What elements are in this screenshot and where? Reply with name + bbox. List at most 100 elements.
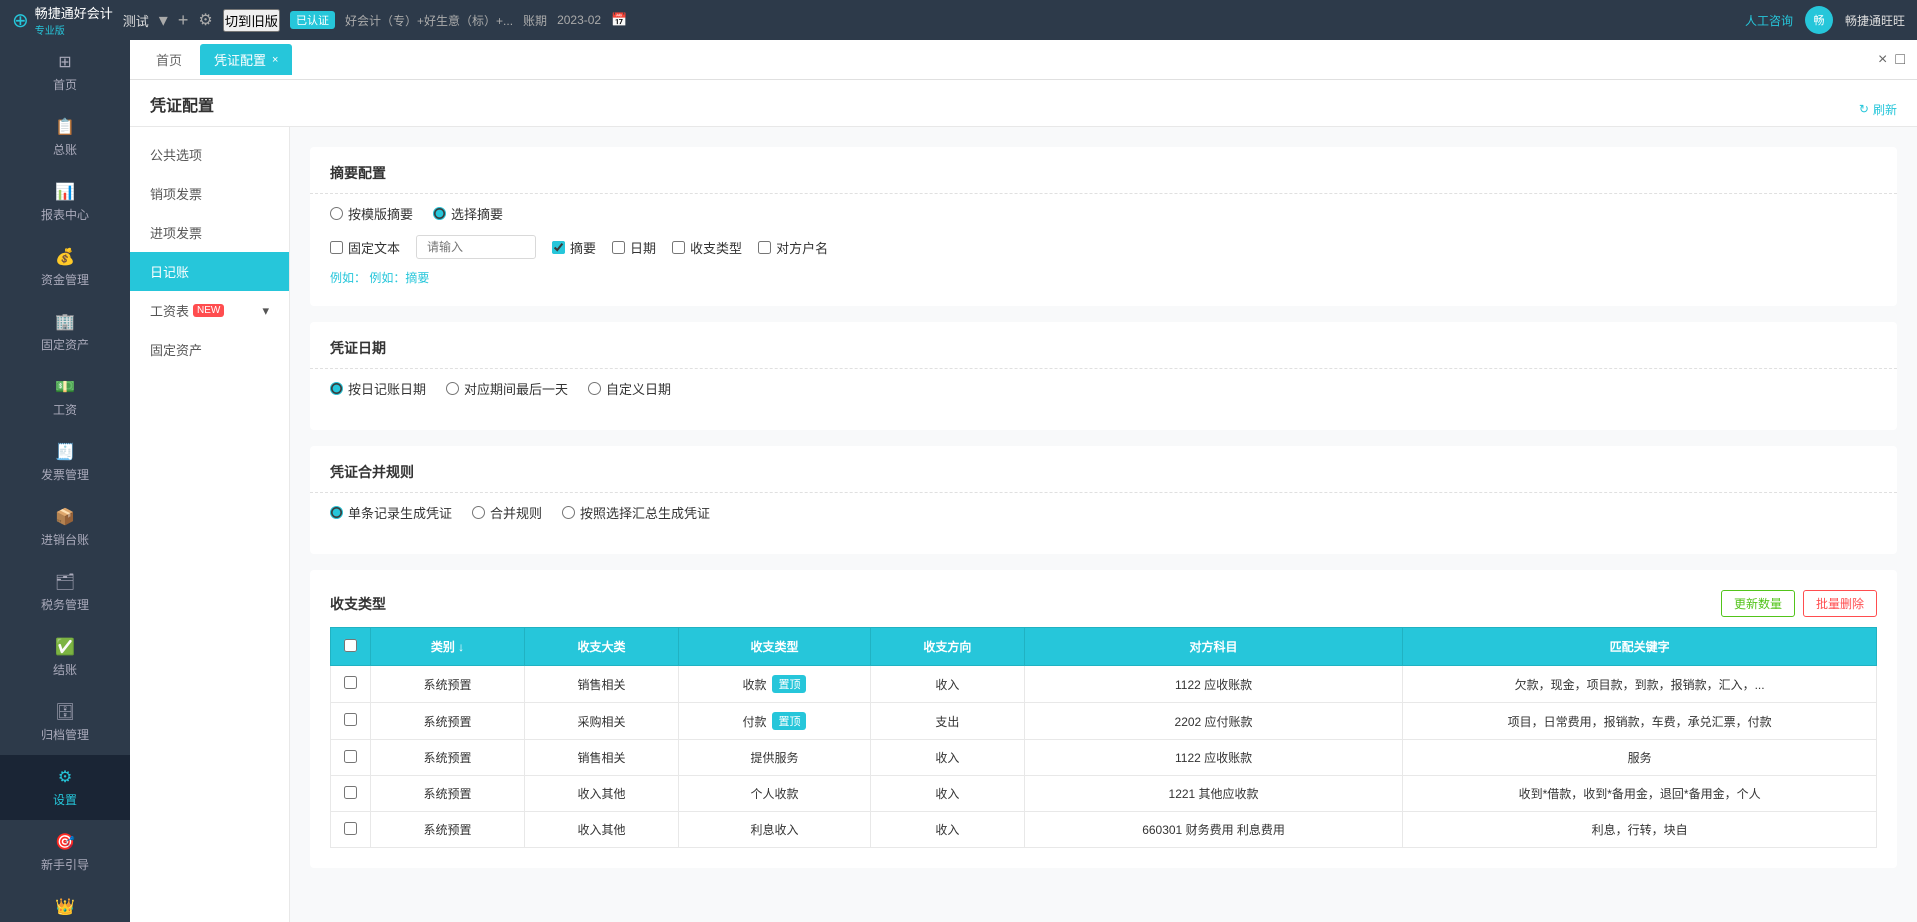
radio-period-input[interactable]: [446, 382, 459, 395]
table-select-all[interactable]: [344, 639, 357, 652]
page-title: 凭证配置: [150, 92, 214, 126]
settings-icon[interactable]: ⚙: [198, 10, 212, 30]
merge-section: 凭证合并规则 单条记录生成凭证 合并规则: [310, 446, 1897, 554]
tab-voucher-config[interactable]: 凭证配置 ×: [200, 44, 292, 75]
row-type: 利息收入: [679, 812, 871, 848]
date-radio-diary[interactable]: 按日记账日期: [330, 379, 426, 398]
sidebar-item-assets[interactable]: 🏢 固定资产: [0, 300, 130, 365]
fixed-text-input[interactable]: [416, 235, 536, 259]
left-nav-sales-invoice[interactable]: 销项发票: [130, 174, 289, 213]
left-nav-public[interactable]: 公共选项: [130, 135, 289, 174]
date-radio-period[interactable]: 对应期间最后一天: [446, 379, 568, 398]
table-header-checkbox[interactable]: [331, 628, 371, 666]
sidebar-item-home[interactable]: ⊞ 首页: [0, 40, 130, 105]
checkbox-date-input[interactable]: [612, 241, 625, 254]
radio-template-input[interactable]: [330, 207, 343, 220]
sidebar-item-funds[interactable]: 💰 资金管理: [0, 235, 130, 300]
checkbox-summary[interactable]: 摘要: [552, 238, 596, 257]
update-count-button[interactable]: 更新数量: [1721, 590, 1795, 617]
batch-delete-button[interactable]: 批量删除: [1803, 590, 1877, 617]
dropdown-icon[interactable]: ▾: [159, 10, 168, 31]
row-checkbox[interactable]: [344, 750, 357, 763]
row-keywords: 收到*借款，收到*备用金，退回*备用金，个人: [1403, 776, 1877, 812]
tab-home[interactable]: 首页: [142, 44, 196, 75]
row-checkbox-cell[interactable]: [331, 776, 371, 812]
sidebar-item-settle[interactable]: ✅ 结账: [0, 625, 130, 690]
sidebar-item-settings[interactable]: ⚙ 设置: [0, 755, 130, 820]
checkbox-date[interactable]: 日期: [612, 238, 656, 257]
summary-radio-template[interactable]: 按模版摘要: [330, 204, 413, 223]
radio-rules-input[interactable]: [472, 506, 485, 519]
row-checkbox[interactable]: [344, 676, 357, 689]
row-keywords: 利息，行转，块自: [1403, 812, 1877, 848]
left-nav-fixed-assets[interactable]: 固定资产: [130, 330, 289, 369]
sidebar-item-purchase-sales[interactable]: 📦 进销台账: [0, 495, 130, 560]
merge-radio-single[interactable]: 单条记录生成凭证: [330, 503, 452, 522]
consult-button[interactable]: 人工咨询: [1745, 12, 1793, 29]
reset-button[interactable]: 置顶: [772, 675, 806, 693]
calendar-icon[interactable]: 📅: [611, 12, 627, 28]
date-radio-custom[interactable]: 自定义日期: [588, 379, 671, 398]
summary-radio-select[interactable]: 选择摘要: [433, 204, 503, 223]
checkbox-summary-input[interactable]: [552, 241, 565, 254]
sidebar-item-invoice-label: 发票管理: [41, 466, 89, 483]
main-layout: ⊞ 首页 📋 总账 📊 报表中心 💰 资金管理 🏢 固定资产 💵 工资 🧾 发票…: [0, 40, 1917, 922]
checkbox-counterpart-input[interactable]: [758, 241, 771, 254]
close-window-button[interactable]: ×: [1878, 51, 1887, 69]
home-icon: ⊞: [58, 52, 71, 72]
row-checkbox[interactable]: [344, 786, 357, 799]
left-nav-payroll[interactable]: 工资表 NEW ▾: [130, 291, 289, 330]
checkbox-fixed-text[interactable]: 固定文本: [330, 238, 400, 257]
row-checkbox-cell[interactable]: [331, 703, 371, 740]
expand-window-button[interactable]: □: [1895, 51, 1905, 69]
merge-radio-summary[interactable]: 按照选择汇总生成凭证: [562, 503, 710, 522]
row-main-type: 收入其他: [525, 812, 679, 848]
sidebar-item-archive-label: 归档管理: [41, 726, 89, 743]
checkbox-income-type-input[interactable]: [672, 241, 685, 254]
row-keywords: 欠款，现金，项目款，到款，报销款，汇入，...: [1403, 666, 1877, 703]
row-category: 系统预置: [371, 666, 525, 703]
radio-select-input[interactable]: [433, 207, 446, 220]
left-nav-diary[interactable]: 日记账: [130, 252, 289, 291]
sidebar-item-member[interactable]: 👑 畅会员: [0, 885, 130, 922]
row-main-type: 销售相关: [525, 666, 679, 703]
checkbox-income-type[interactable]: 收支类型: [672, 238, 742, 257]
table-header-direction: 收支方向: [870, 628, 1024, 666]
radio-single-input[interactable]: [330, 506, 343, 519]
row-checkbox-cell[interactable]: [331, 812, 371, 848]
reset-button[interactable]: 置顶: [772, 712, 806, 730]
sidebar-item-archive[interactable]: 🗄 归档管理: [0, 690, 130, 755]
radio-summary-input[interactable]: [562, 506, 575, 519]
sidebar-item-guide[interactable]: 🎯 新手引导: [0, 820, 130, 885]
row-checkbox[interactable]: [344, 713, 357, 726]
reports-icon: 📊: [55, 182, 75, 202]
left-nav-purchase-invoice[interactable]: 进项发票: [130, 213, 289, 252]
right-content: 摘要配置 按模版摘要 选择摘要: [290, 127, 1917, 922]
radio-custom-input[interactable]: [588, 382, 601, 395]
table-header-keywords: 匹配关键字: [1403, 628, 1877, 666]
checkbox-counterpart[interactable]: 对方户名: [758, 238, 828, 257]
content-area: 首页 凭证配置 × × □ 凭证配置 ↻ 刷新: [130, 40, 1917, 922]
row-direction: 收入: [870, 776, 1024, 812]
refresh-button[interactable]: ↻ 刷新: [1859, 101, 1897, 118]
row-checkbox-cell[interactable]: [331, 666, 371, 703]
row-checkbox-cell[interactable]: [331, 740, 371, 776]
tab-close-icon[interactable]: ×: [272, 54, 278, 66]
old-version-button[interactable]: 切到旧版: [223, 9, 280, 32]
row-checkbox[interactable]: [344, 822, 357, 835]
plus-icon[interactable]: +: [178, 10, 189, 31]
income-expense-table-wrapper: 类别 ↓ 收支大类 收支类型 收支方向 对方科目 匹配关键字: [310, 627, 1897, 868]
tab-bar: 首页 凭证配置 × × □: [130, 40, 1917, 80]
sidebar-item-reports[interactable]: 📊 报表中心: [0, 170, 130, 235]
sidebar-item-ledger[interactable]: 📋 总账: [0, 105, 130, 170]
sidebar-item-tax[interactable]: 🗂 税务管理: [0, 560, 130, 625]
app-name: 畅捷通好会计: [35, 3, 113, 22]
radio-diary-input[interactable]: [330, 382, 343, 395]
payroll-expand-icon[interactable]: ▾: [262, 303, 269, 319]
top-bar-right: 人工咨询 畅 畅捷通旺旺: [1745, 6, 1905, 34]
checkbox-fixed-text-input[interactable]: [330, 241, 343, 254]
sidebar-item-salary[interactable]: 💵 工资: [0, 365, 130, 430]
sidebar-item-invoice[interactable]: 🧾 发票管理: [0, 430, 130, 495]
account-info: 好会计（专）+好生意（标）+...: [345, 12, 513, 29]
merge-radio-rules[interactable]: 合并规则: [472, 503, 542, 522]
